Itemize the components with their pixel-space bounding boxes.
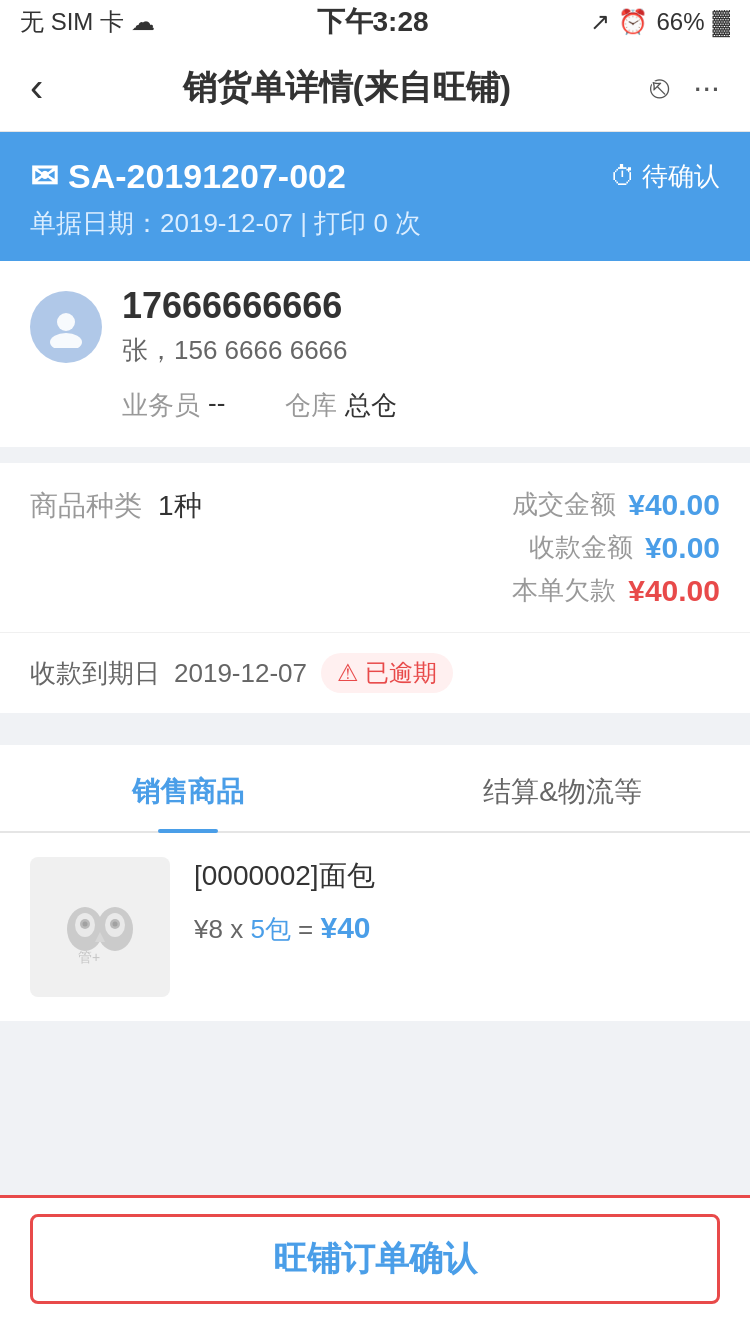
product-qty: 5包	[250, 914, 290, 944]
product-section: 管+ [0000002]面包 ¥8 x 5包 = ¥40	[0, 833, 750, 1021]
order-header-top: ✉ SA-20191207-002 ⏱ 待确认	[30, 156, 720, 196]
back-button[interactable]: ‹	[30, 65, 43, 110]
customer-section: 17666666666 张，156 6666 6666 业务员 -- 仓库 总仓	[0, 261, 750, 447]
deal-label: 成交金额	[512, 487, 616, 522]
customer-info: 17666666666 张，156 6666 6666	[122, 285, 348, 368]
product-name: [0000002]面包	[194, 857, 720, 895]
more-button[interactable]: ···	[693, 69, 720, 106]
owed-amount-row: 本单欠款 ¥40.00	[512, 573, 720, 608]
order-id-icon: ✉	[30, 156, 58, 196]
status-right: ↗ ⏰ 66% ▓	[590, 8, 730, 36]
tabs-section: 销售商品 结算&物流等	[0, 745, 750, 833]
status-left: 无 SIM 卡 ☁	[20, 6, 155, 38]
due-date-section: 收款到期日 2019-12-07 ⚠ 已逾期	[0, 632, 750, 713]
customer-phone: 17666666666	[122, 285, 348, 327]
confirm-order-button[interactable]: 旺铺订单确认	[30, 1214, 720, 1304]
owed-value: ¥40.00	[628, 574, 720, 608]
avatar	[30, 291, 102, 363]
battery-icon: ▓	[712, 8, 730, 36]
product-price: ¥8 x	[194, 914, 250, 944]
divider-2	[0, 713, 750, 729]
order-status: ⏱ 待确认	[610, 159, 720, 194]
summary-section: 商品种类 1种 成交金额 ¥40.00 收款金额 ¥0.00 本单欠款 ¥40.…	[0, 463, 750, 632]
customer-row: 17666666666 张，156 6666 6666	[30, 285, 720, 368]
category-label: 商品种类	[30, 487, 142, 525]
share-button[interactable]: ⎋	[650, 69, 669, 106]
product-equal: =	[291, 914, 321, 944]
page-title: 销货单详情(来自旺铺)	[183, 65, 512, 111]
order-date: 单据日期：2019-12-07 | 打印 0 次	[30, 206, 720, 241]
salesman-value: --	[208, 388, 225, 423]
tab-settlement-label: 结算&物流等	[483, 776, 642, 807]
tabs-row: 销售商品 结算&物流等	[0, 745, 750, 833]
summary-left: 商品种类 1种	[30, 487, 202, 525]
order-id-text: SA-20191207-002	[68, 157, 346, 196]
status-clock-icon: ⏱	[610, 161, 636, 192]
customer-name: 张，156 6666 6666	[122, 333, 348, 368]
owed-label: 本单欠款	[512, 573, 616, 608]
status-bar: 无 SIM 卡 ☁ 下午3:28 ↗ ⏰ 66% ▓	[0, 0, 750, 44]
due-date-label: 收款到期日	[30, 656, 160, 691]
sim-label: 无 SIM 卡 ☁	[20, 6, 155, 38]
tab-sales-product[interactable]: 销售商品	[0, 745, 375, 831]
battery-label: 66%	[656, 8, 704, 36]
svg-point-1	[50, 333, 82, 348]
warehouse-label: 仓库	[285, 388, 337, 423]
svg-point-9	[113, 922, 118, 927]
product-info: [0000002]面包 ¥8 x 5包 = ¥40	[194, 857, 720, 947]
summary-right: 成交金额 ¥40.00 收款金额 ¥0.00 本单欠款 ¥40.00	[512, 487, 720, 608]
summary-row: 商品种类 1种 成交金额 ¥40.00 收款金额 ¥0.00 本单欠款 ¥40.…	[30, 487, 720, 608]
category-value: 1种	[158, 487, 202, 525]
alarm-icon: ⏰	[618, 8, 648, 36]
payment-label: 收款金额	[529, 530, 633, 565]
order-header: ✉ SA-20191207-002 ⏱ 待确认 单据日期：2019-12-07 …	[0, 132, 750, 261]
deal-amount-row: 成交金额 ¥40.00	[512, 487, 720, 522]
tab-sales-product-label: 销售商品	[132, 776, 244, 807]
nav-actions: ⎋ ···	[650, 69, 720, 106]
salesman-label: 业务员	[122, 388, 200, 423]
divider-1	[0, 447, 750, 463]
product-thumbnail: 管+	[30, 857, 170, 997]
salesman-meta: 业务员 --	[122, 388, 225, 423]
content-spacer	[0, 1021, 750, 1141]
svg-text:管+: 管+	[78, 949, 100, 965]
svg-point-8	[83, 922, 88, 927]
product-item: 管+ [0000002]面包 ¥8 x 5包 = ¥40	[30, 857, 720, 997]
nav-bar: ‹ 销货单详情(来自旺铺) ⎋ ···	[0, 44, 750, 132]
product-price-row: ¥8 x 5包 = ¥40	[194, 911, 720, 947]
overdue-badge: ⚠ 已逾期	[321, 653, 453, 693]
due-date-value: 2019-12-07	[174, 658, 307, 689]
confirm-btn-wrapper: 旺铺订单确认	[0, 1195, 750, 1334]
order-status-text: 待确认	[642, 159, 720, 194]
svg-point-0	[57, 313, 75, 331]
location-icon: ↗	[590, 8, 610, 36]
status-time: 下午3:28	[317, 3, 429, 41]
order-id: ✉ SA-20191207-002	[30, 156, 346, 196]
warehouse-meta: 仓库 总仓	[285, 388, 397, 423]
deal-value: ¥40.00	[628, 488, 720, 522]
tab-settlement[interactable]: 结算&物流等	[375, 745, 750, 831]
customer-meta: 业务员 -- 仓库 总仓	[30, 388, 720, 423]
payment-value: ¥0.00	[645, 531, 720, 565]
warehouse-value: 总仓	[345, 388, 397, 423]
overdue-text: 已逾期	[365, 657, 437, 689]
payment-amount-row: 收款金额 ¥0.00	[529, 530, 720, 565]
overdue-icon: ⚠	[337, 659, 359, 687]
product-total: ¥40	[320, 911, 370, 944]
